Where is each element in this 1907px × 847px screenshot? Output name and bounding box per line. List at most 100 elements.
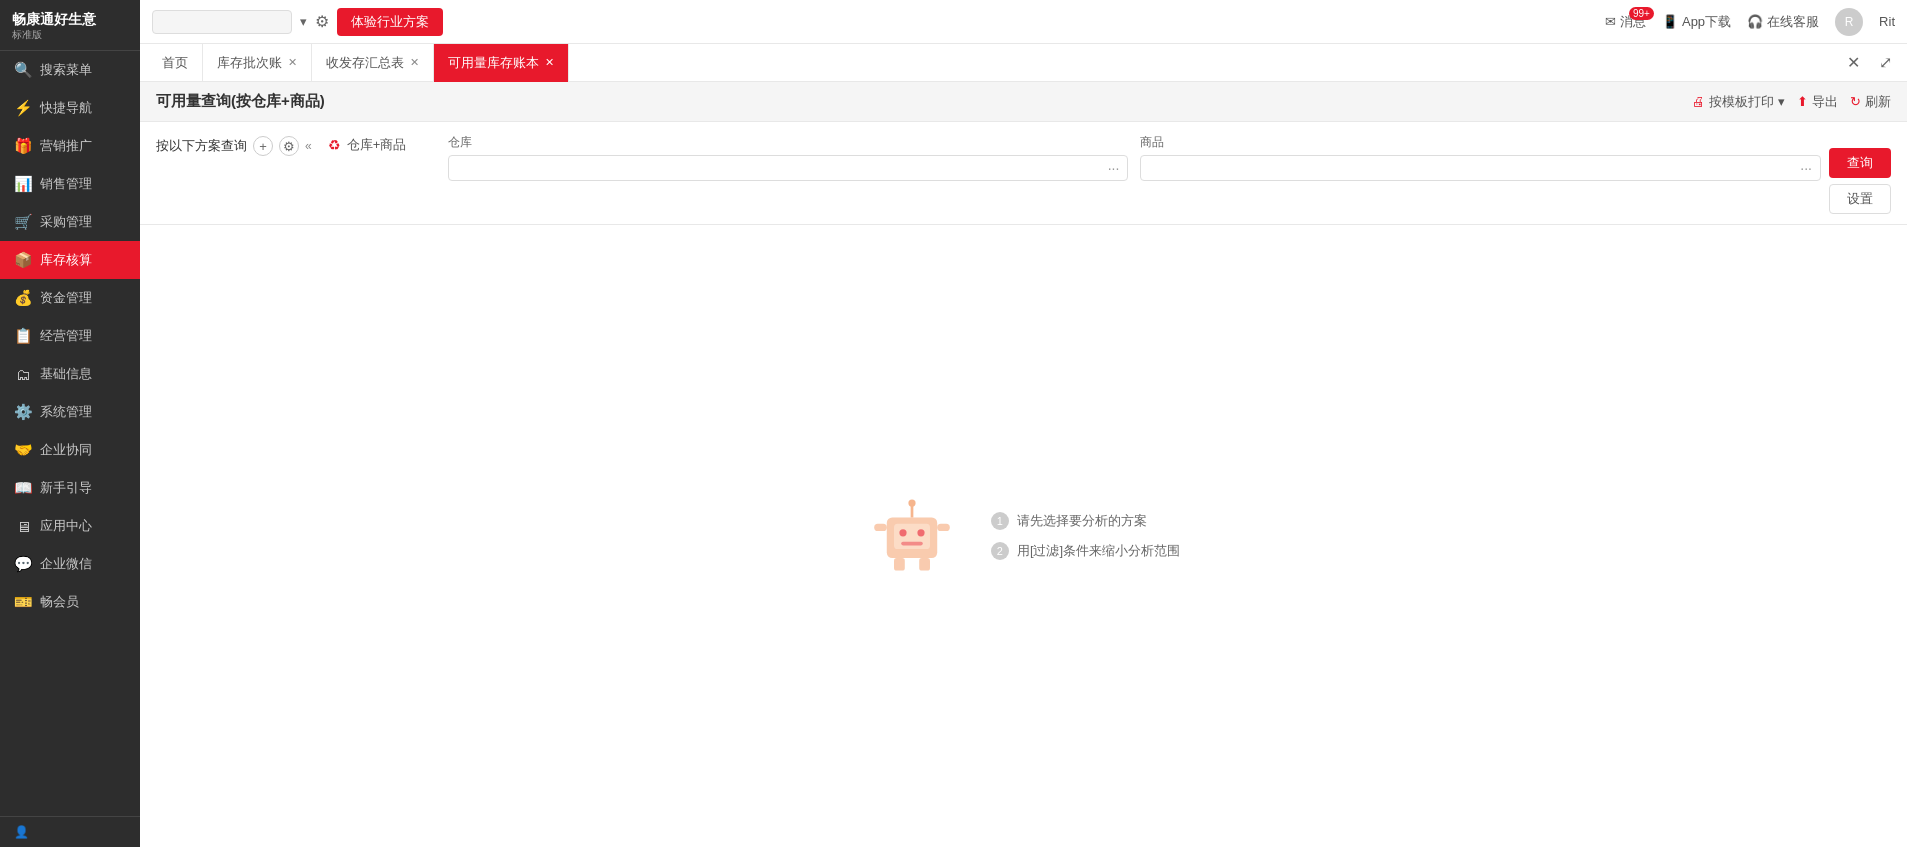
- sidebar-item-label: 快捷导航: [40, 99, 92, 117]
- brand-sub: 标准版: [12, 28, 128, 42]
- sidebar-item-label: 采购管理: [40, 213, 92, 231]
- settings-button[interactable]: 设置: [1829, 184, 1891, 214]
- sidebar-item-label: 新手引导: [40, 479, 92, 497]
- tab-storage-summary-label: 收发存汇总表: [326, 54, 404, 72]
- empty-hint-1: 1 请先选择要分析的方案: [991, 512, 1180, 530]
- message-button[interactable]: ✉ 消息 99+: [1605, 13, 1646, 31]
- tab-storage-summary[interactable]: 收发存汇总表 ✕: [312, 44, 434, 82]
- avatar[interactable]: R: [1835, 8, 1863, 36]
- query-button[interactable]: 查询: [1829, 148, 1891, 178]
- service-button[interactable]: 🎧 在线客服: [1747, 13, 1819, 31]
- sidebar-item-finance[interactable]: 💰 资金管理: [0, 279, 140, 317]
- collab-icon: 🤝: [14, 441, 32, 459]
- sidebar-item-sales[interactable]: 📊 销售管理: [0, 165, 140, 203]
- sidebar-item-member[interactable]: 🎫 畅会员: [0, 583, 140, 621]
- tabs-bar: 首页 库存批次账 ✕ 收发存汇总表 ✕ 可用量库存账本 ✕ ✕ ⤢: [140, 44, 1907, 82]
- tab-home[interactable]: 首页: [148, 44, 203, 82]
- search-icon: 🔍: [14, 61, 32, 79]
- scheme-item-warehouse-goods[interactable]: ♻ 仓库+商品: [320, 132, 440, 158]
- brand-name: 畅康通好生意: [12, 10, 128, 28]
- export-label: 导出: [1812, 93, 1838, 111]
- print-dropdown-icon[interactable]: ▾: [1778, 94, 1785, 109]
- username[interactable]: Rit: [1879, 14, 1895, 29]
- app-download-button[interactable]: 📱 App下载: [1662, 13, 1731, 31]
- sidebar-item-label: 应用中心: [40, 517, 92, 535]
- tab-maximize-button[interactable]: ⤢: [1871, 49, 1899, 77]
- app-icon: 📱: [1662, 14, 1678, 29]
- sidebar-item-label: 系统管理: [40, 403, 92, 421]
- add-scheme-button[interactable]: +: [253, 136, 273, 156]
- goods-field-label: 商品: [1140, 134, 1821, 151]
- svg-rect-9: [874, 524, 887, 531]
- refresh-label: 刷新: [1865, 93, 1891, 111]
- warehouse-input[interactable]: [457, 161, 1104, 176]
- page-header-actions: 🖨 按模板打印 ▾ ⬆ 导出 ↻ 刷新: [1692, 93, 1891, 111]
- empty-hint-2: 2 用[过滤]条件来缩小分析范围: [991, 542, 1180, 560]
- search-input[interactable]: [152, 10, 292, 34]
- sidebar-item-enterprise-collab[interactable]: 🤝 企业协同: [0, 431, 140, 469]
- page-title: 可用量查询(按仓库+商品): [156, 92, 325, 111]
- sidebar-item-label: 基础信息: [40, 365, 92, 383]
- sidebar-item-search[interactable]: 🔍 搜索菜单: [0, 51, 140, 89]
- tab-batch-ledger[interactable]: 库存批次账 ✕: [203, 44, 312, 82]
- hint-text-1: 请先选择要分析的方案: [1017, 512, 1147, 530]
- wechat-icon: 💬: [14, 555, 32, 573]
- sidebar-item-app-center[interactable]: 🖥 应用中心: [0, 507, 140, 545]
- export-icon: ⬆: [1797, 94, 1808, 109]
- sidebar-item-label: 搜索菜单: [40, 61, 92, 79]
- sidebar: 畅康通好生意 标准版 🔍 搜索菜单 ⚡ 快捷导航 🎁 营销推广 📊 销售管理 🛒…: [0, 0, 140, 847]
- svg-point-2: [899, 529, 906, 536]
- sidebar-item-inventory[interactable]: 📦 库存核算: [0, 241, 140, 279]
- sidebar-item-purchase[interactable]: 🛒 采购管理: [0, 203, 140, 241]
- purchase-icon: 🛒: [14, 213, 32, 231]
- tab-close-storage-summary[interactable]: ✕: [410, 56, 419, 69]
- tab-close-available-qty[interactable]: ✕: [545, 56, 554, 69]
- user-avatar-small: 👤: [14, 825, 29, 839]
- export-button[interactable]: ⬆ 导出: [1797, 93, 1838, 111]
- sidebar-item-system[interactable]: ⚙️ 系统管理: [0, 393, 140, 431]
- goods-input[interactable]: [1149, 161, 1796, 176]
- goods-dots-button[interactable]: ···: [1800, 160, 1812, 176]
- sidebar-item-basic-info[interactable]: 🗂 基础信息: [0, 355, 140, 393]
- sidebar-item-label: 营销推广: [40, 137, 92, 155]
- sidebar-item-enterprise-wechat[interactable]: 💬 企业微信: [0, 545, 140, 583]
- svg-point-3: [917, 529, 924, 536]
- shortcut-icon: ⚡: [14, 99, 32, 117]
- sidebar-item-label: 企业微信: [40, 555, 92, 573]
- sidebar-bottom[interactable]: 👤: [0, 816, 140, 847]
- empty-state: 1 请先选择要分析的方案 2 用[过滤]条件来缩小分析范围: [140, 225, 1907, 847]
- sidebar-logo: 畅康通好生意 标准版: [0, 0, 140, 51]
- svg-rect-4: [901, 542, 923, 546]
- app-label: App下载: [1682, 13, 1731, 31]
- print-template-button[interactable]: 🖨 按模板打印 ▾: [1692, 93, 1785, 111]
- tab-close-batch-ledger[interactable]: ✕: [288, 56, 297, 69]
- hint-number-2: 2: [991, 542, 1009, 560]
- sidebar-item-new-guide[interactable]: 📖 新手引导: [0, 469, 140, 507]
- svg-rect-10: [937, 524, 950, 531]
- finance-icon: 💰: [14, 289, 32, 307]
- refresh-button[interactable]: ↻ 刷新: [1850, 93, 1891, 111]
- filter-actions: 查询 设置: [1829, 132, 1891, 214]
- sidebar-item-marketing[interactable]: 🎁 营销推广: [0, 127, 140, 165]
- sidebar-item-label: 经营管理: [40, 327, 92, 345]
- tab-available-qty[interactable]: 可用量库存账本 ✕: [434, 44, 569, 82]
- dropdown-icon[interactable]: ▾: [300, 14, 307, 29]
- hint-text-2: 用[过滤]条件来缩小分析范围: [1017, 542, 1180, 560]
- inventory-icon: 📦: [14, 251, 32, 269]
- message-icon: ✉: [1605, 14, 1616, 29]
- scheme-item-label: 仓库+商品: [347, 136, 407, 154]
- industry-button[interactable]: 体验行业方案: [337, 8, 443, 36]
- tab-close-window-button[interactable]: ✕: [1839, 49, 1867, 77]
- sidebar-item-shortcut[interactable]: ⚡ 快捷导航: [0, 89, 140, 127]
- headset-icon: 🎧: [1747, 14, 1763, 29]
- robot-svg: [867, 486, 957, 576]
- scheme-icon: ♻: [328, 137, 341, 153]
- sidebar-item-operation[interactable]: 📋 经营管理: [0, 317, 140, 355]
- settings-scheme-button[interactable]: ⚙: [279, 136, 299, 156]
- warehouse-dots-button[interactable]: ···: [1108, 160, 1120, 176]
- collapse-scheme-button[interactable]: «: [305, 139, 312, 153]
- filter-panel: 按以下方案查询 + ⚙ « ♻ 仓库+商品 仓库 ···: [140, 122, 1907, 225]
- content-area: 按以下方案查询 + ⚙ « ♻ 仓库+商品 仓库 ···: [140, 122, 1907, 847]
- tabs-end-buttons: ✕ ⤢: [1839, 49, 1899, 77]
- gear-icon[interactable]: ⚙: [315, 12, 329, 31]
